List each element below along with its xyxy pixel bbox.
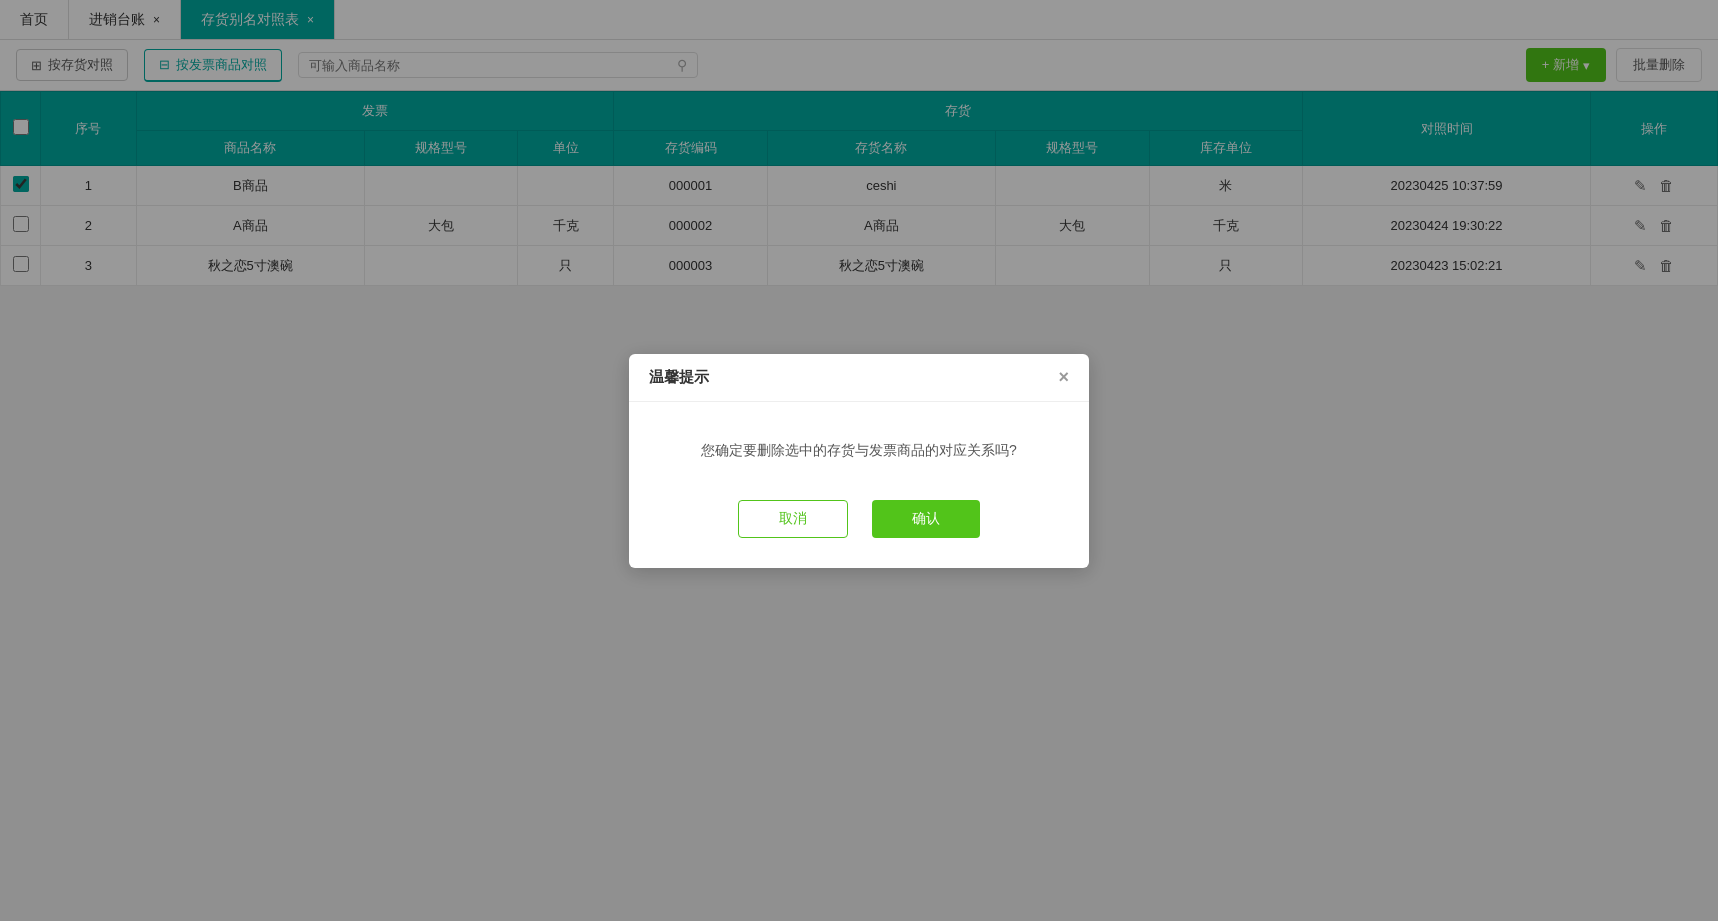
dialog-overlay: 温馨提示 × 您确定要删除选中的存货与发票商品的对应关系吗? 取消 确认: [0, 0, 1718, 286]
